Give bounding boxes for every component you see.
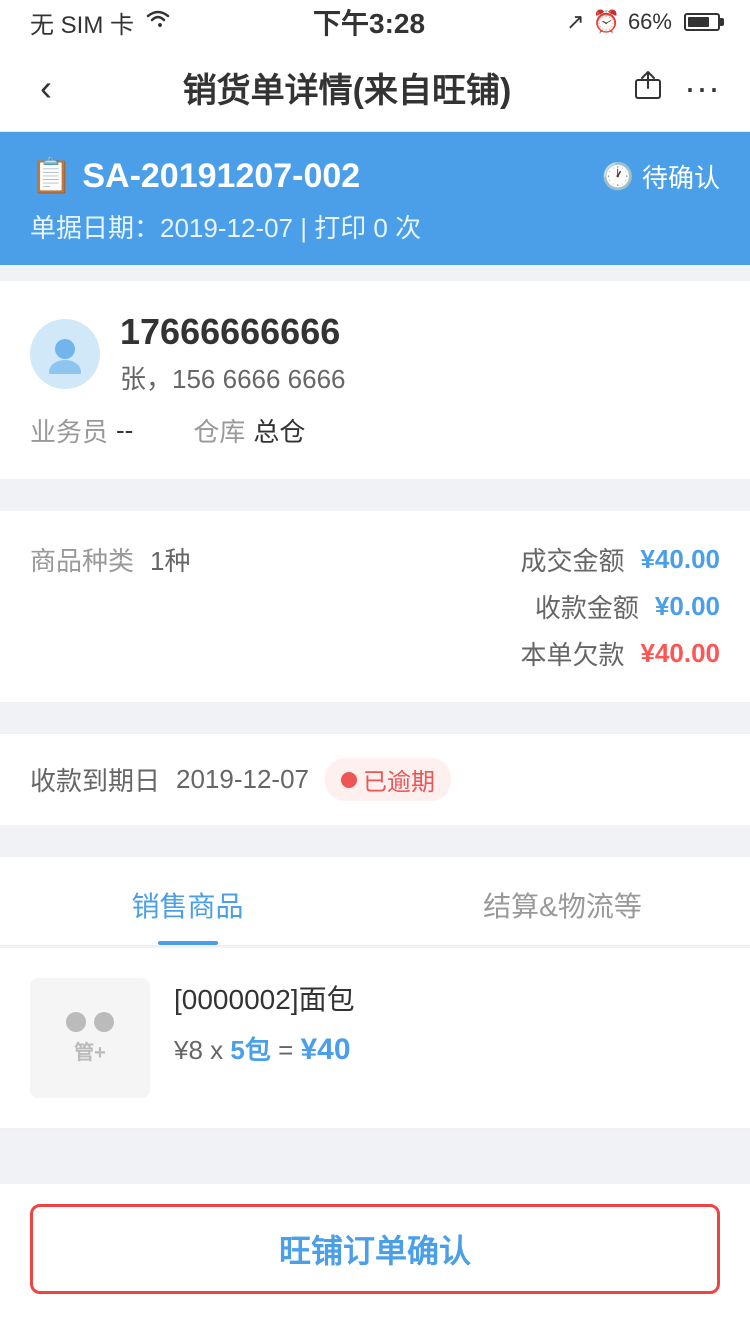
- tab-settlement-logistics[interactable]: 结算&物流等: [375, 857, 750, 945]
- nav-actions: ···: [632, 67, 720, 109]
- nav-bar: ‹ 销货单详情(来自旺铺) ···: [0, 44, 750, 132]
- battery-text: 66%: [628, 9, 672, 35]
- warehouse-value: 总仓: [253, 412, 305, 449]
- product-price: ¥8 x 5包 = ¥40: [174, 1030, 720, 1067]
- transaction-amount: ¥40.00: [640, 544, 720, 575]
- salesman-label: 业务员: [30, 412, 108, 449]
- customer-name: 张，156 6666 6666: [120, 359, 346, 396]
- divider-4: [0, 841, 750, 857]
- confirm-button[interactable]: 旺铺订单确认: [30, 1204, 720, 1294]
- warehouse-label: 仓库: [193, 412, 245, 449]
- product-info: [0000002]面包 ¥8 x 5包 = ¥40: [174, 978, 720, 1067]
- status-bar: 无 SIM 卡 下午3:28 ↗ ⏰ 66%: [0, 0, 750, 44]
- customer-info: 17666666666 张，156 6666 6666: [120, 311, 346, 396]
- battery-icon: [684, 13, 720, 31]
- customer-meta: 业务员 -- 仓库 总仓: [30, 412, 720, 449]
- page-title: 销货单详情(来自旺铺): [183, 63, 512, 112]
- equals: =: [271, 1035, 301, 1065]
- quantity: 5包: [230, 1035, 270, 1065]
- received-amount-row: 收款金额 ¥0.00: [520, 588, 720, 625]
- divider-1: [0, 265, 750, 281]
- bottom-bar: 旺铺订单确认: [0, 1184, 750, 1334]
- overdue-dot-icon: [341, 772, 357, 788]
- owl-left-eye: [66, 1012, 86, 1032]
- salesman-value: --: [116, 415, 133, 446]
- divider-3: [0, 718, 750, 734]
- salesman-info: 业务员 --: [30, 412, 133, 449]
- transaction-amount-row: 成交金额 ¥40.00: [520, 541, 720, 578]
- wifi-icon: [144, 8, 172, 36]
- order-date: 单据日期：2019-12-07 | 打印 0 次: [30, 208, 720, 245]
- owl-text: 管+: [74, 1036, 106, 1065]
- share-icon[interactable]: [632, 67, 664, 109]
- order-number-icon: 📋: [30, 156, 72, 196]
- received-amount: ¥0.00: [655, 591, 720, 622]
- back-button[interactable]: ‹: [30, 57, 62, 119]
- transaction-label: 成交金额: [520, 541, 624, 578]
- status-left: 无 SIM 卡: [30, 5, 172, 40]
- overdue-badge: 已逾期: [325, 758, 451, 801]
- tab-sales-products[interactable]: 销售商品: [0, 857, 375, 945]
- customer-card: 17666666666 张，156 6666 6666 业务员 -- 仓库 总仓: [0, 281, 750, 479]
- carrier-text: 无 SIM 卡: [30, 5, 134, 40]
- product-list: 管+ [0000002]面包 ¥8 x 5包 = ¥40: [0, 948, 750, 1129]
- divider-2: [0, 495, 750, 511]
- owl-right-eye: [94, 1012, 114, 1032]
- clock-icon: 🕐: [602, 161, 634, 192]
- due-date-label: 收款到期日: [30, 761, 160, 798]
- more-icon[interactable]: ···: [684, 67, 720, 109]
- unit-price: ¥8 x: [174, 1035, 230, 1065]
- product-thumbnail: 管+: [30, 978, 150, 1098]
- balance-amount: ¥40.00: [640, 638, 720, 669]
- customer-phone: 17666666666: [120, 311, 346, 353]
- due-date-card: 收款到期日 2019-12-07 已逾期: [0, 734, 750, 825]
- product-item: 管+ [0000002]面包 ¥8 x 5包 = ¥40: [0, 948, 750, 1129]
- summary-card: 商品种类 1种 成交金额 ¥40.00 收款金额 ¥0.00 本单欠款 ¥40.…: [0, 511, 750, 702]
- due-date-value: 2019-12-07: [176, 764, 309, 795]
- received-label: 收款金额: [535, 588, 639, 625]
- tabs: 销售商品 结算&物流等: [0, 857, 750, 946]
- location-icon: ↗: [566, 9, 584, 35]
- avatar: [30, 319, 100, 389]
- amount-summary: 成交金额 ¥40.00 收款金额 ¥0.00 本单欠款 ¥40.00: [520, 541, 720, 672]
- product-types: 商品种类 1种: [30, 541, 190, 578]
- balance-row: 本单欠款 ¥40.00: [520, 635, 720, 672]
- overdue-text: 已逾期: [363, 762, 435, 797]
- order-number: 📋 SA-20191207-002: [30, 156, 360, 196]
- order-header: 📋 SA-20191207-002 🕐 待确认 单据日期：2019-12-07 …: [0, 132, 750, 265]
- product-types-value: 1种: [150, 541, 190, 578]
- product-name: [0000002]面包: [174, 978, 720, 1018]
- product-types-label: 商品种类: [30, 541, 134, 578]
- total-price: ¥40: [300, 1033, 350, 1066]
- balance-label: 本单欠款: [520, 635, 624, 672]
- order-status: 🕐 待确认: [602, 158, 720, 195]
- alarm-icon: ⏰: [593, 9, 620, 35]
- time-display: 下午3:28: [313, 2, 425, 42]
- warehouse-info: 仓库 总仓: [193, 412, 305, 449]
- status-right: ↗ ⏰ 66%: [566, 9, 720, 35]
